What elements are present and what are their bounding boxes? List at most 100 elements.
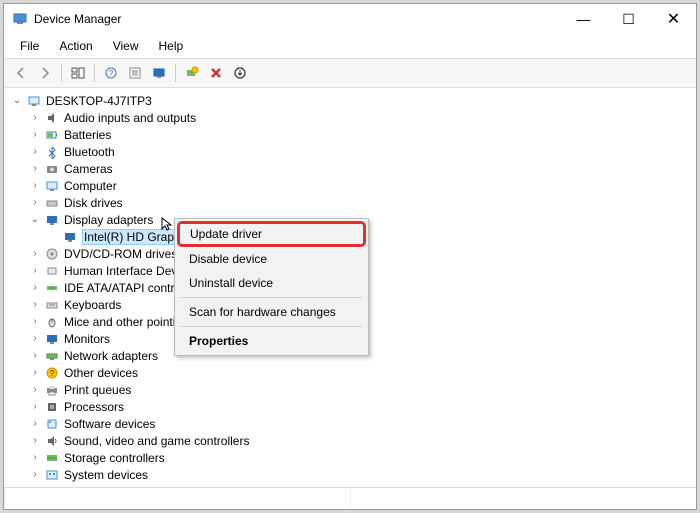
expander-icon[interactable]: › [28,417,42,431]
bluetooth-icon [44,144,60,160]
display-icon [62,229,78,245]
category-label: Processors [64,400,124,414]
scan-hardware-button[interactable] [181,62,203,84]
context-disable-device[interactable]: Disable device [177,247,366,271]
printer-icon [44,382,60,398]
category-node[interactable]: › Computer [4,177,696,194]
context-menu: Update driver Disable device Uninstall d… [174,218,369,356]
expander-icon[interactable]: › [28,111,42,125]
expander-icon[interactable]: › [28,179,42,193]
expander-icon[interactable]: › [28,247,42,261]
app-icon [12,11,28,27]
category-node[interactable]: › Software devices [4,415,696,432]
disk-icon [44,195,60,211]
expander-icon[interactable]: › [28,434,42,448]
root-label: DESKTOP-4J7ITP3 [46,94,152,108]
category-label: Sound, video and game controllers [64,434,249,448]
processor-icon [44,399,60,415]
expander-icon[interactable]: › [28,468,42,482]
ide-icon [44,280,60,296]
monitor-button[interactable] [148,62,170,84]
separator [181,297,362,298]
context-scan-hardware[interactable]: Scan for hardware changes [177,300,366,324]
expander-icon[interactable]: ⌄ [28,213,42,227]
maximize-button[interactable]: ☐ [606,4,651,34]
expander-icon[interactable]: › [28,196,42,210]
category-label: Keyboards [64,298,121,312]
help-button[interactable]: ? [100,62,122,84]
category-node[interactable]: › Universal Serial Bus controllers [4,483,696,487]
back-button[interactable] [10,62,32,84]
category-label: Computer [64,179,117,193]
menu-view[interactable]: View [103,36,149,56]
category-node[interactable]: › Processors [4,398,696,415]
category-node[interactable]: › Audio inputs and outputs [4,109,696,126]
expander-icon[interactable]: › [28,281,42,295]
audio-icon [44,110,60,126]
show-hide-tree-button[interactable] [67,62,89,84]
separator [181,326,362,327]
context-update-driver[interactable]: Update driver [177,221,366,247]
uninstall-button[interactable] [205,62,227,84]
expander-icon[interactable]: › [28,400,42,414]
category-label: Other devices [64,366,138,380]
category-label: Batteries [64,128,111,142]
tree-pane[interactable]: ⌄ DESKTOP-4J7ITP3 › Audio inputs and outp… [4,88,696,487]
category-node[interactable]: › Cameras [4,160,696,177]
expander-icon[interactable]: › [28,298,42,312]
category-node[interactable]: › Print queues [4,381,696,398]
close-button[interactable]: ✕ [651,4,696,34]
minimize-button[interactable]: — [561,4,606,34]
menu-action[interactable]: Action [49,36,102,56]
category-node[interactable]: › Disk drives [4,194,696,211]
category-label: Universal Serial Bus controllers [64,485,231,488]
expander-icon[interactable]: › [28,383,42,397]
expander-icon[interactable]: › [28,349,42,363]
category-node[interactable]: ›Bluetooth [4,143,696,160]
separator [94,64,95,82]
sound-icon [44,433,60,449]
computer-icon [44,178,60,194]
separator [175,64,176,82]
expander-icon[interactable]: › [28,332,42,346]
expander-open-icon[interactable]: ⌄ [10,94,24,108]
menu-file[interactable]: File [10,36,49,56]
cursor-icon [160,216,176,235]
root-node[interactable]: ⌄ DESKTOP-4J7ITP3 [4,92,696,109]
category-node[interactable]: › System devices [4,466,696,483]
update-driver-button[interactable] [229,62,251,84]
expander-icon[interactable]: › [28,315,42,329]
context-properties[interactable]: Properties [177,329,366,353]
expander-icon[interactable]: › [28,162,42,176]
context-uninstall-device[interactable]: Uninstall device [177,271,366,295]
category-label: Print queues [64,383,131,397]
category-label: Cameras [64,162,113,176]
menu-help[interactable]: Help [149,36,194,56]
category-label: Software devices [64,417,155,431]
category-label: System devices [64,468,148,482]
svg-text:?: ? [109,69,114,78]
category-label: Storage controllers [64,451,165,465]
forward-button[interactable] [34,62,56,84]
expander-icon[interactable]: › [28,145,42,159]
category-label: Network adapters [64,349,158,363]
titlebar[interactable]: Device Manager — ☐ ✕ [4,4,696,34]
expander-icon[interactable]: › [28,451,42,465]
category-node[interactable]: › Batteries [4,126,696,143]
battery-icon [44,127,60,143]
category-label: Audio inputs and outputs [64,111,196,125]
properties-button[interactable] [124,62,146,84]
category-node[interactable]: › Sound, video and game controllers [4,432,696,449]
system-icon [44,467,60,483]
category-label: Disk drives [64,196,123,210]
category-node[interactable]: › Storage controllers [4,449,696,466]
network-icon [44,348,60,364]
other-icon: ? [44,365,60,381]
category-node[interactable]: ›? Other devices [4,364,696,381]
expander-icon[interactable]: › [28,485,42,488]
expander-icon[interactable]: › [28,128,42,142]
mouse-icon [44,314,60,330]
expander-icon[interactable]: › [28,264,42,278]
expander-icon[interactable]: › [28,366,42,380]
toolbar: ? [4,59,696,88]
